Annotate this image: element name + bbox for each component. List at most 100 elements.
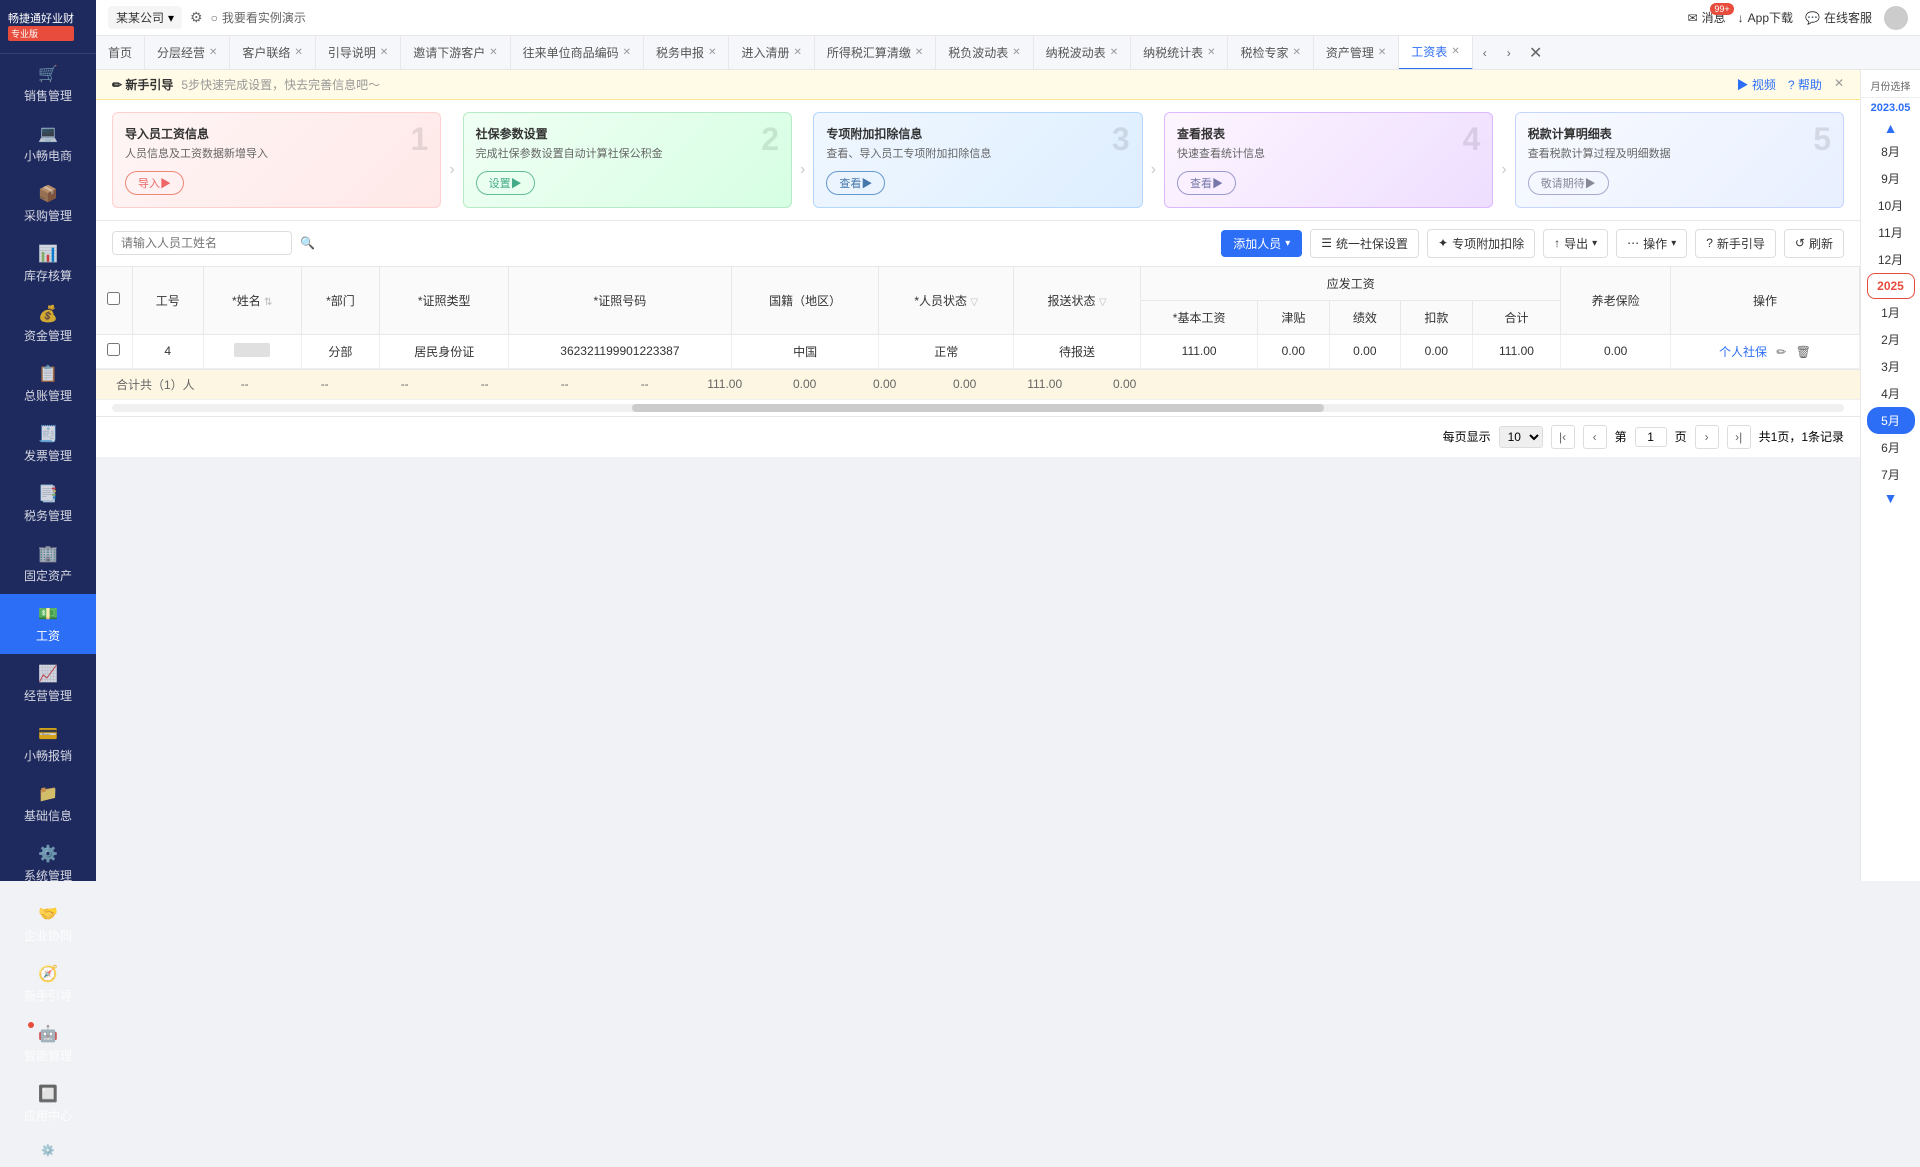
step-4-btn[interactable]: 查看▶	[1177, 171, 1236, 195]
sidebar-item-finance[interactable]: 💰 资金管理	[0, 294, 96, 354]
tab-close-icon[interactable]: ✕	[489, 47, 497, 58]
page-prev-btn[interactable]: ‹	[1583, 425, 1607, 449]
tab-clearance[interactable]: 进入清册✕	[729, 36, 814, 70]
scrollbar-thumb[interactable]	[632, 404, 1325, 412]
sidebar-item-marketing[interactable]: 💳 小畅报销	[0, 714, 96, 774]
month-item-11[interactable]: 11月	[1867, 219, 1915, 246]
month-item-6[interactable]: 6月	[1867, 434, 1915, 461]
message-button[interactable]: ✉ 消息 99+	[1688, 9, 1726, 26]
page-last-btn[interactable]: ›|	[1727, 425, 1751, 449]
row-checkbox[interactable]	[107, 343, 120, 356]
tab-close-all-btn[interactable]: ✕	[1521, 36, 1551, 70]
step-2-btn[interactable]: 设置▶	[476, 171, 535, 195]
tab-close-icon[interactable]: ✕	[1012, 47, 1020, 58]
tab-guide[interactable]: 引导说明✕	[316, 36, 401, 70]
tab-goods-code[interactable]: 往来单位商品编码✕	[511, 36, 644, 70]
month-picker-up-btn[interactable]: ▲	[1882, 118, 1900, 138]
row-delete-icon[interactable]: 🗑	[1796, 345, 1811, 359]
month-item-1[interactable]: 1月	[1867, 299, 1915, 326]
operations-button[interactable]: ⋯ 操作 ▾	[1616, 229, 1687, 258]
month-item-2[interactable]: 2月	[1867, 326, 1915, 353]
app-download-button[interactable]: ↓ App下载	[1738, 9, 1793, 26]
tab-close-icon[interactable]: ✕	[1378, 47, 1386, 58]
month-item-9[interactable]: 9月	[1867, 165, 1915, 192]
tab-income-tax[interactable]: 所得税汇算清缴✕	[815, 36, 936, 70]
tab-close-icon[interactable]: ✕	[793, 47, 801, 58]
tab-home[interactable]: 首页	[96, 36, 145, 70]
sidebar-item-operations[interactable]: 📈 经营管理	[0, 654, 96, 714]
tab-tax-stats3[interactable]: 纳税统计表✕	[1131, 36, 1228, 70]
guide-close-btn[interactable]: ✕	[1834, 76, 1844, 93]
search-icon[interactable]: 🔍	[300, 236, 315, 250]
step-1-btn[interactable]: 导入▶	[125, 171, 184, 195]
month-item-5[interactable]: 5月	[1867, 407, 1915, 434]
row-action-link[interactable]: 个人社保	[1719, 345, 1767, 359]
tab-tax-stats2[interactable]: 纳税波动表✕	[1034, 36, 1131, 70]
user-avatar[interactable]	[1884, 6, 1908, 30]
sidebar-item-collab[interactable]: 🤝 企业协同	[0, 894, 96, 954]
tab-next-btn[interactable]: ›	[1497, 36, 1521, 70]
guide-help-link[interactable]: ? 帮助	[1788, 76, 1822, 93]
new-guide-button[interactable]: ? 新手引导	[1695, 229, 1776, 258]
sidebar-item-inventory[interactable]: 📊 库存核算	[0, 234, 96, 294]
sidebar-settings-btn[interactable]: ⚙️	[41, 1144, 55, 1157]
sidebar-item-tax[interactable]: 📑 税务管理	[0, 474, 96, 534]
demo-button[interactable]: ○ 我要看实例演示	[211, 9, 306, 26]
export-button[interactable]: ↑ 导出 ▾	[1543, 229, 1608, 258]
page-number-input[interactable]	[1635, 427, 1667, 447]
tab-close-icon[interactable]: ✕	[623, 47, 631, 58]
sidebar-item-purchase[interactable]: 📦 采购管理	[0, 174, 96, 234]
online-service-button[interactable]: 💬 在线客服	[1805, 9, 1872, 26]
page-next-btn[interactable]: ›	[1695, 425, 1719, 449]
sidebar-item-assets[interactable]: 🏢 固定资产	[0, 534, 96, 594]
month-item-8[interactable]: 8月	[1867, 138, 1915, 165]
sidebar-item-ecommerce[interactable]: 💻 小畅电商	[0, 114, 96, 174]
tab-asset-mgmt[interactable]: 资产管理✕	[1314, 36, 1399, 70]
month-picker-down-btn[interactable]: ▼	[1882, 488, 1900, 508]
tab-close-icon[interactable]: ✕	[1207, 47, 1215, 58]
tab-close-icon[interactable]: ✕	[1110, 47, 1118, 58]
tab-customer[interactable]: 客户联络✕	[230, 36, 315, 70]
sidebar-item-smart[interactable]: 🤖 智能管理	[0, 1014, 96, 1074]
tab-tax-expert[interactable]: 税检专家✕	[1228, 36, 1313, 70]
tab-close-icon[interactable]: ✕	[915, 47, 923, 58]
sidebar-item-system[interactable]: ⚙️ 系统管理	[0, 834, 96, 894]
month-item-3[interactable]: 3月	[1867, 353, 1915, 380]
status-filter-icon[interactable]: ▽	[970, 297, 978, 308]
row-edit-icon[interactable]: ✏	[1776, 345, 1786, 359]
special-deduction-button[interactable]: ✦ 专项附加扣除	[1427, 229, 1535, 258]
tab-close-icon[interactable]: ✕	[209, 47, 217, 58]
unified-settings-button[interactable]: ☰ 统一社保设置	[1310, 229, 1419, 258]
tab-close-icon[interactable]: ✕	[708, 47, 716, 58]
sidebar-item-guide[interactable]: 🧭 新手引导	[0, 954, 96, 1014]
step-5-btn[interactable]: 敬请期待▶	[1528, 171, 1609, 195]
select-all-checkbox[interactable]	[107, 292, 120, 305]
month-item-4[interactable]: 4月	[1867, 380, 1915, 407]
tab-close-icon[interactable]: ✕	[294, 47, 302, 58]
step-3-btn[interactable]: 查看▶	[826, 171, 885, 195]
sidebar-item-basic[interactable]: 📁 基础信息	[0, 774, 96, 834]
add-person-button[interactable]: 添加人员 ▾	[1221, 230, 1302, 257]
tab-close-icon[interactable]: ✕	[1293, 47, 1301, 58]
report-filter-icon[interactable]: ▽	[1099, 297, 1107, 308]
company-selector[interactable]: 某某公司 ▾	[108, 6, 182, 29]
guide-video-link[interactable]: ▶ 视频	[1737, 76, 1776, 93]
tab-salary-sheet[interactable]: 工资表✕	[1399, 36, 1472, 70]
tab-invite[interactable]: 邀请下游客户✕	[401, 36, 510, 70]
tab-close-icon[interactable]: ✕	[1451, 46, 1459, 57]
sidebar-item-appstore[interactable]: 🔲 应用中心	[0, 1074, 96, 1134]
month-item-10[interactable]: 10月	[1867, 192, 1915, 219]
search-input[interactable]	[112, 231, 292, 255]
tab-multilevel[interactable]: 分层经营✕	[145, 36, 230, 70]
page-first-btn[interactable]: |‹	[1551, 425, 1575, 449]
tab-tax-reduce[interactable]: 税负波动表✕	[936, 36, 1033, 70]
settings-icon[interactable]: ⚙	[190, 9, 203, 26]
refresh-button[interactable]: ↺ 刷新	[1784, 229, 1844, 258]
sidebar-item-salary[interactable]: 💵 工资	[0, 594, 96, 654]
month-item-7[interactable]: 7月	[1867, 461, 1915, 488]
tab-close-icon[interactable]: ✕	[380, 47, 388, 58]
sidebar-item-invoice[interactable]: 🧾 发票管理	[0, 414, 96, 474]
tab-prev-btn[interactable]: ‹	[1473, 36, 1497, 70]
sidebar-item-sales[interactable]: 🛒 销售管理	[0, 54, 96, 114]
name-sort-icon[interactable]: ⇅	[264, 297, 272, 308]
